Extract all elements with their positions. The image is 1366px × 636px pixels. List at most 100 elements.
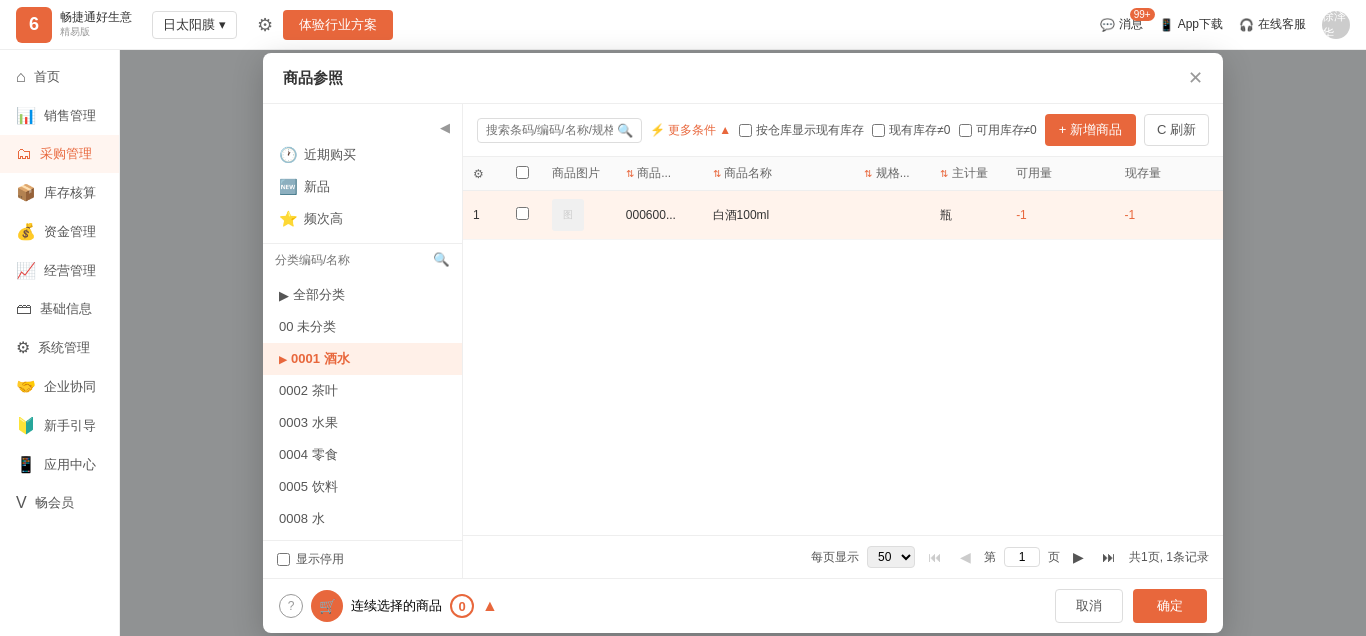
store-selector[interactable]: 日太阳膜 ▾ <box>152 11 237 39</box>
modal-title: 商品参照 <box>283 69 343 88</box>
left-panel: ◀ 🕐 近期购买 🆕 新品 ⭐ <box>263 104 463 578</box>
collapse-cart-button[interactable]: ▲ <box>482 597 498 615</box>
sidebar-item-system[interactable]: ⚙ 系统管理 <box>0 328 119 367</box>
table-container: ⚙ 商品图片 ⇅ 商品... <box>463 157 1223 535</box>
cancel-button[interactable]: 取消 <box>1055 589 1123 623</box>
modal-footer: ? 🛒 连续选择的商品 0 ▲ 取消 确定 <box>263 578 1223 633</box>
per-page-label: 每页显示 <box>811 549 859 566</box>
cell-index: 1 <box>463 191 506 240</box>
confirm-button[interactable]: 确定 <box>1133 589 1207 623</box>
sidebar-item-sales[interactable]: 📊 销售管理 <box>0 96 119 135</box>
new-icon: 🆕 <box>279 178 298 196</box>
chevron-up-icon: ▲ <box>719 123 731 137</box>
next-page-button[interactable]: ▶ <box>1068 547 1089 567</box>
first-page-button[interactable]: ⏮ <box>923 547 947 567</box>
try-industry-button[interactable]: 体验行业方案 <box>283 10 393 40</box>
cat-item-uncategorized[interactable]: 00 未分类 <box>263 311 462 343</box>
per-page-select[interactable]: 50 <box>867 546 915 568</box>
checkbox-show-by-warehouse[interactable]: 按仓库显示现有库存 <box>739 122 864 139</box>
page-number-input[interactable] <box>1004 547 1040 567</box>
col-spec[interactable]: ⇅ 规格... <box>854 157 930 191</box>
enterprise-icon: 🤝 <box>16 377 36 396</box>
checkbox-available-stock-ne0[interactable]: 可用库存≠0 <box>959 122 1037 139</box>
filter-more-button[interactable]: ⚡ 更多条件 ▲ <box>650 122 731 139</box>
user-avatar[interactable]: 徐泽华 <box>1322 11 1350 39</box>
cart-icon: 🛒 <box>311 590 343 622</box>
refresh-button[interactable]: C 刷新 <box>1144 114 1209 146</box>
info-icon: 🗃 <box>16 300 32 318</box>
sidebar-item-home[interactable]: ⌂ 首页 <box>0 58 119 96</box>
col-name[interactable]: ⇅ 商品名称 <box>703 157 855 191</box>
chevron-down-icon: ▾ <box>219 17 226 32</box>
app-download-button[interactable]: 📱 App下载 <box>1159 16 1223 33</box>
system-icon: ⚙ <box>16 338 30 357</box>
product-table: ⚙ 商品图片 ⇅ 商品... <box>463 157 1223 240</box>
sidebar-item-purchase[interactable]: 🗂 采购管理 <box>0 135 119 173</box>
cat-item-water[interactable]: 0008 水 <box>263 503 462 535</box>
page-label: 第 <box>984 549 996 566</box>
current-stock-checkbox[interactable] <box>872 124 885 137</box>
prev-page-button[interactable]: ◀ <box>955 547 976 567</box>
available-stock-checkbox[interactable] <box>959 124 972 137</box>
cat-item-fruit[interactable]: 0003 水果 <box>263 407 462 439</box>
modal-header: 商品参照 ✕ <box>263 53 1223 104</box>
cat-item-snacks[interactable]: 0004 零食 <box>263 439 462 471</box>
sidebar-item-inventory[interactable]: 📦 库存核算 <box>0 173 119 212</box>
modal-body: ◀ 🕐 近期购买 🆕 新品 ⭐ <box>263 104 1223 578</box>
col-unit[interactable]: ⇅ 主计量 <box>930 157 1006 191</box>
pagination: 每页显示 50 ⏮ ◀ 第 页 ▶ ⏭ 共1页, 1条记录 <box>463 535 1223 578</box>
message-icon: 💬 <box>1100 18 1115 32</box>
last-page-button[interactable]: ⏭ <box>1097 547 1121 567</box>
cell-unit: 瓶 <box>930 191 1006 240</box>
cat-item-liquor[interactable]: ▶ 0001 酒水 <box>263 343 462 375</box>
filter-icon: ⚡ <box>650 123 665 137</box>
quick-access: ◀ 🕐 近期购买 🆕 新品 ⭐ <box>263 104 462 244</box>
product-reference-modal: 商品参照 ✕ ◀ 🕐 近期购买 <box>263 53 1223 633</box>
sidebar-item-basic-info[interactable]: 🗃 基础信息 <box>0 290 119 328</box>
quick-new-product[interactable]: 🆕 新品 <box>263 171 462 203</box>
col-code[interactable]: ⇅ 商品... <box>616 157 703 191</box>
messages-button[interactable]: 💬 消息 99+ <box>1100 16 1143 33</box>
cell-spec <box>854 191 930 240</box>
home-icon: ⌂ <box>16 68 26 86</box>
online-service-button[interactable]: 🎧 在线客服 <box>1239 16 1306 33</box>
sidebar-item-finance[interactable]: 💰 资金管理 <box>0 212 119 251</box>
show-disabled-checkbox[interactable] <box>277 553 290 566</box>
cell-check <box>506 191 542 240</box>
sidebar-item-operations[interactable]: 📈 经营管理 <box>0 251 119 290</box>
right-panel: 🔍 ⚡ 更多条件 ▲ 按仓库显示现有库存 <box>463 104 1223 578</box>
cat-item-all[interactable]: ▶ 全部分类 <box>263 279 462 311</box>
sidebar-item-guide[interactable]: 🔰 新手引导 <box>0 406 119 445</box>
modal-close-button[interactable]: ✕ <box>1188 67 1203 89</box>
product-search-input[interactable] <box>486 123 613 137</box>
settings-button[interactable]: ⚙ <box>247 7 283 43</box>
add-product-button[interactable]: + 新增商品 <box>1045 114 1136 146</box>
row-checkbox[interactable] <box>516 207 529 220</box>
col-checkbox <box>506 157 542 191</box>
purchase-icon: 🗂 <box>16 145 32 163</box>
search-box: 🔍 <box>477 118 642 143</box>
show-by-warehouse-checkbox[interactable] <box>739 124 752 137</box>
table-row[interactable]: 1 图 000600... 白酒100ml 瓶 <box>463 191 1223 240</box>
quick-high-frequency[interactable]: ⭐ 频次高 <box>263 203 462 235</box>
toolbar: 🔍 ⚡ 更多条件 ▲ 按仓库显示现有库存 <box>463 104 1223 157</box>
category-search: 🔍 <box>263 244 462 275</box>
sidebar-item-enterprise[interactable]: 🤝 企业协同 <box>0 367 119 406</box>
category-search-input[interactable] <box>275 253 429 267</box>
sidebar-item-app-center[interactable]: 📱 应用中心 <box>0 445 119 484</box>
cat-item-tea[interactable]: 0002 茶叶 <box>263 375 462 407</box>
logo-text: 畅捷通好生意 <box>60 10 132 26</box>
quick-recent-purchase[interactable]: 🕐 近期购买 <box>263 139 462 171</box>
sort-icon-unit: ⇅ <box>940 168 948 179</box>
cell-code: 000600... <box>616 191 703 240</box>
help-icon[interactable]: ? <box>279 594 303 618</box>
category-search-button[interactable]: 🔍 <box>433 252 450 267</box>
collapse-left-panel-button[interactable]: ◀ <box>436 116 454 139</box>
table-header-row: ⚙ 商品图片 ⇅ 商品... <box>463 157 1223 191</box>
search-icon: 🔍 <box>617 123 633 138</box>
checkbox-current-stock-ne0[interactable]: 现有库存≠0 <box>872 122 950 139</box>
cat-item-drinks[interactable]: 0005 饮料 <box>263 471 462 503</box>
col-stock: 现存量 <box>1115 157 1223 191</box>
sidebar-item-membership[interactable]: V 畅会员 <box>0 484 119 522</box>
select-all-checkbox[interactable] <box>516 166 529 179</box>
